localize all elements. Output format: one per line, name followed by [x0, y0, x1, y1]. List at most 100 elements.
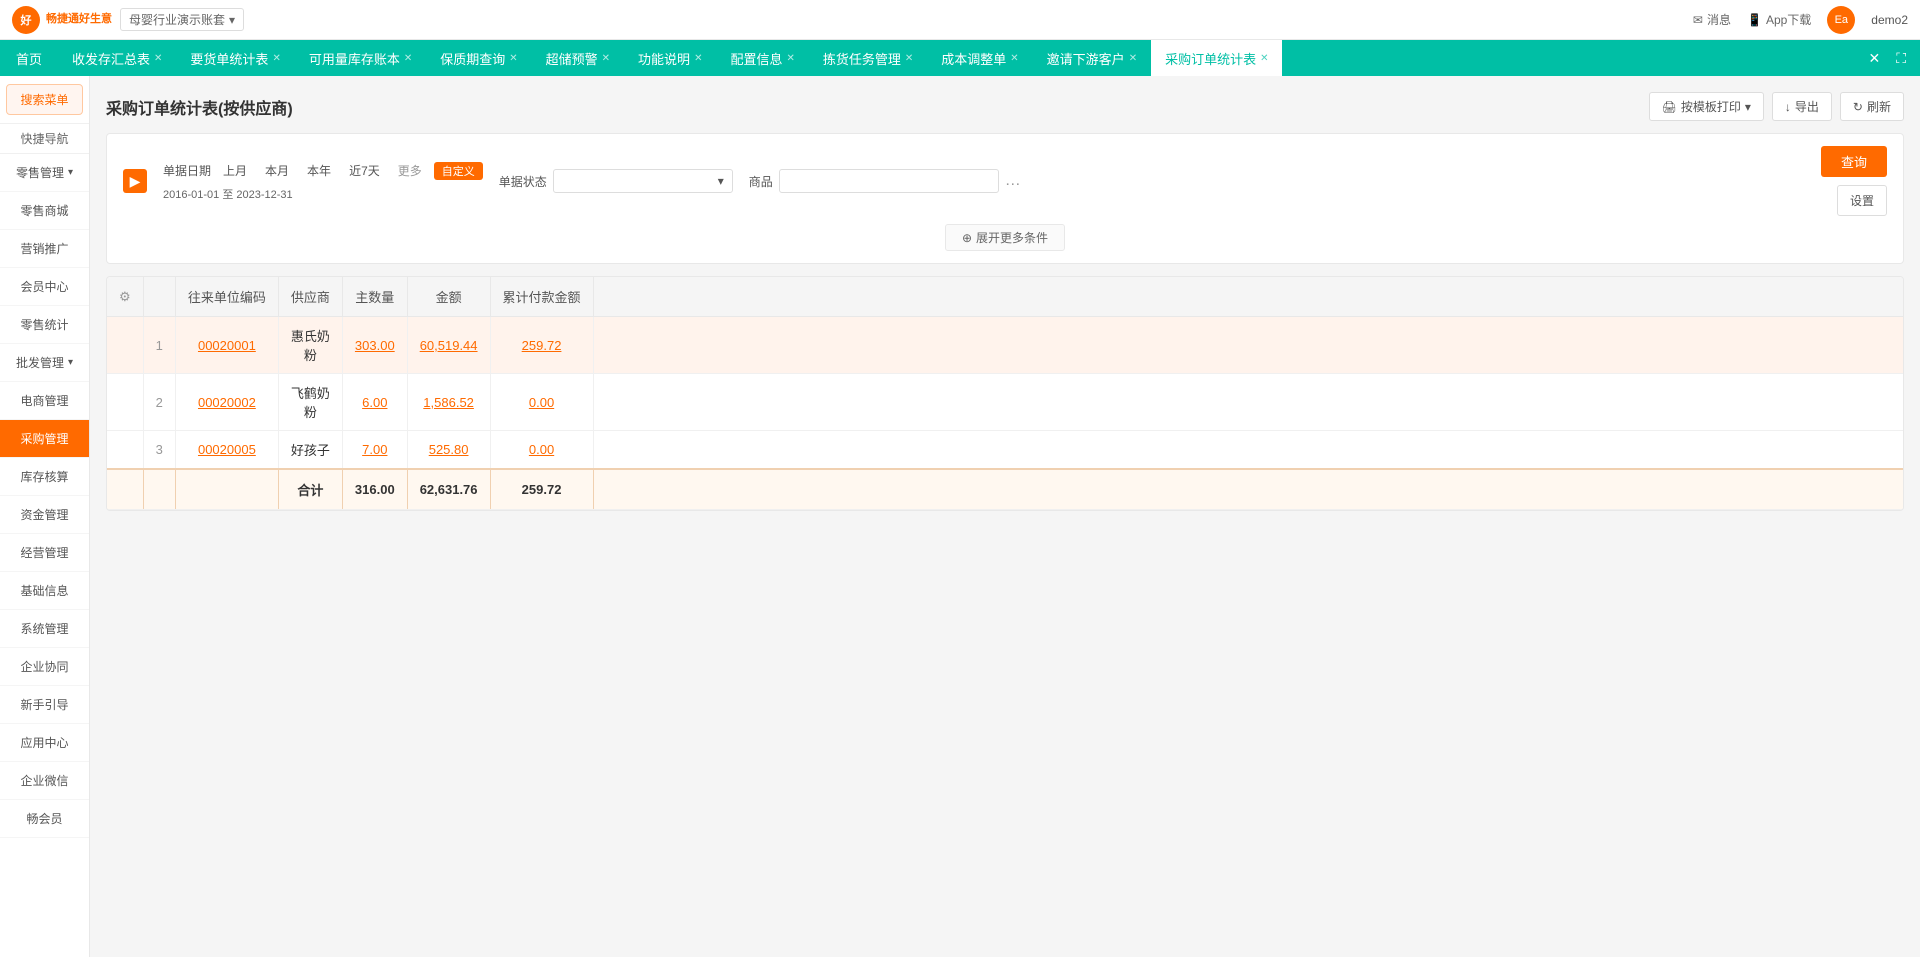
sidebar-item-label: 零售管理 [16, 164, 64, 181]
close-all-icon[interactable]: ✕ [1862, 48, 1886, 69]
message-label: 消息 [1707, 11, 1731, 28]
row-amount-cell[interactable]: 525.80 [407, 431, 490, 470]
gear-icon[interactable]: ⚙ [119, 289, 131, 304]
sidebar-item-ecommerce-mgmt[interactable]: 电商管理 [0, 382, 89, 420]
user-avatar[interactable]: Ea [1827, 6, 1855, 34]
sidebar-item-inventory[interactable]: 库存核算 [0, 458, 89, 496]
tab-cost-adjust[interactable]: 成本调整单 ✕ [927, 40, 1032, 76]
sidebar-item-wholesale-mgmt[interactable]: 批发管理 ▾ [0, 344, 89, 382]
sidebar-item-member-center[interactable]: 会员中心 [0, 268, 89, 306]
close-icon[interactable]: ✕ [154, 53, 162, 64]
row-main-qty-cell[interactable]: 6.00 [342, 374, 407, 431]
chevron-down-icon: ▾ [229, 13, 235, 27]
row-amount-cell[interactable]: 60,519.44 [407, 317, 490, 374]
row-paid-amount-cell[interactable]: 0.00 [490, 431, 593, 470]
filter-toggle-button[interactable]: ▶ [123, 169, 147, 193]
custom-date-badge[interactable]: 自定义 [434, 162, 483, 180]
search-menu-button[interactable]: 搜索菜单 [6, 84, 83, 115]
tab-collect-pay[interactable]: 收发存汇总表 ✕ [58, 40, 176, 76]
sidebar-item-label: 基础信息 [20, 582, 68, 599]
sidebar-item-marketing[interactable]: 营销推广 [0, 230, 89, 268]
tab-home[interactable]: 首页 [0, 40, 58, 76]
sidebar-item-purchase-mgmt[interactable]: 采购管理 [0, 420, 89, 458]
user-name[interactable]: demo2 [1871, 13, 1908, 27]
app-download-action[interactable]: 📱 App下载 [1747, 11, 1811, 28]
sidebar-item-enterprise-collab[interactable]: 企业协同 [0, 648, 89, 686]
print-button[interactable]: 🖨 按模板打印 ▾ [1649, 92, 1764, 121]
goods-filter-label: 商品 [749, 173, 773, 190]
col-supplier-code: 往来单位编码 [175, 277, 278, 317]
close-icon[interactable]: ✕ [786, 53, 794, 64]
row-supplier-name-cell: 飞鹤奶粉 [278, 374, 342, 431]
close-icon[interactable]: ✕ [905, 53, 913, 64]
expand-conditions-button[interactable]: ⊕ 展开更多条件 [945, 224, 1065, 251]
sidebar-item-retail-store[interactable]: 零售商城 [0, 192, 89, 230]
shortcut-more[interactable]: 更多 [392, 160, 428, 181]
row-main-qty-cell[interactable]: 7.00 [342, 431, 407, 470]
row-settings-cell [107, 374, 143, 431]
status-select[interactable]: ▾ [553, 169, 733, 193]
tab-invite-customer[interactable]: 邀请下游客户 ✕ [1033, 40, 1151, 76]
row-amount-cell[interactable]: 1,586.52 [407, 374, 490, 431]
message-icon: ✉ [1693, 13, 1703, 27]
footer-settings-cell [107, 469, 143, 510]
sidebar-item-system-mgmt[interactable]: 系统管理 [0, 610, 89, 648]
close-icon[interactable]: ✕ [694, 53, 702, 64]
refresh-label: 刷新 [1867, 98, 1891, 115]
goods-input[interactable] [779, 169, 999, 193]
sidebar-item-retail-mgmt[interactable]: 零售管理 ▾ [0, 154, 89, 192]
message-action[interactable]: ✉ 消息 [1693, 11, 1731, 28]
footer-rownum-cell [143, 469, 175, 510]
row-paid-amount-cell[interactable]: 0.00 [490, 374, 593, 431]
close-icon[interactable]: ✕ [1260, 53, 1268, 64]
ellipsis-icon[interactable]: … [1005, 172, 1021, 190]
setting-button[interactable]: 设置 [1837, 185, 1887, 216]
tab-order-stats[interactable]: 要货单统计表 ✕ [176, 40, 294, 76]
tab-purchase-stats[interactable]: 采购订单统计表 ✕ [1151, 40, 1282, 76]
close-icon[interactable]: ✕ [272, 53, 280, 64]
sidebar-item-finance[interactable]: 资金管理 [0, 496, 89, 534]
row-supplier-code-cell[interactable]: 00020005 [175, 431, 278, 470]
tab-expiry[interactable]: 保质期查询 ✕ [426, 40, 531, 76]
row-supplier-name-cell: 好孩子 [278, 431, 342, 470]
sidebar-item-basic-info[interactable]: 基础信息 [0, 572, 89, 610]
tab-available-stock[interactable]: 可用量库存账本 ✕ [295, 40, 426, 76]
tab-pick-task[interactable]: 拣货任务管理 ✕ [809, 40, 927, 76]
shortcut-this-month[interactable]: 本月 [259, 160, 295, 181]
shortcut-this-year[interactable]: 本年 [301, 160, 337, 181]
workspace-selector[interactable]: 母婴行业演示账套 ▾ [120, 8, 244, 31]
row-main-qty-cell[interactable]: 303.00 [342, 317, 407, 374]
sidebar-item-enterprise-wechat[interactable]: 企业微信 [0, 762, 89, 800]
tab-overstock[interactable]: 超储预警 ✕ [532, 40, 624, 76]
sidebar-item-retail-stats[interactable]: 零售统计 [0, 306, 89, 344]
quick-nav-button[interactable]: 快捷导航 [0, 124, 89, 154]
shortcut-7days[interactable]: 近7天 [343, 160, 386, 181]
close-icon[interactable]: ✕ [1010, 53, 1018, 64]
sidebar-item-label: 会员中心 [20, 278, 68, 295]
tab-config[interactable]: 配置信息 ✕ [716, 40, 808, 76]
row-supplier-code-cell[interactable]: 00020001 [175, 317, 278, 374]
sidebar-item-app-center[interactable]: 应用中心 [0, 724, 89, 762]
row-paid-amount-cell[interactable]: 259.72 [490, 317, 593, 374]
footer-label-cell: 合计 [278, 469, 342, 510]
export-button[interactable]: ↓ 导出 [1772, 92, 1832, 121]
shortcut-last-month[interactable]: 上月 [217, 160, 253, 181]
tab-overstock-label: 超储预警 [546, 49, 598, 68]
close-icon[interactable]: ✕ [509, 53, 517, 64]
query-button[interactable]: 查询 [1821, 146, 1887, 177]
tab-order-stats-label: 要货单统计表 [190, 49, 268, 68]
sidebar-item-operation-mgmt[interactable]: 经营管理 [0, 534, 89, 572]
col-extra [593, 277, 1903, 317]
close-icon[interactable]: ✕ [1129, 53, 1137, 64]
refresh-button[interactable]: ↻ 刷新 [1840, 92, 1904, 121]
print-label: 按模板打印 [1681, 98, 1741, 115]
tab-function-desc[interactable]: 功能说明 ✕ [624, 40, 716, 76]
close-icon[interactable]: ✕ [602, 53, 610, 64]
sidebar-item-label: 资金管理 [20, 506, 68, 523]
close-icon[interactable]: ✕ [404, 53, 412, 64]
maximize-icon[interactable]: ⛶ [1890, 48, 1912, 69]
row-supplier-code-cell[interactable]: 00020002 [175, 374, 278, 431]
sidebar-item-member[interactable]: 畅会员 [0, 800, 89, 838]
sidebar-item-new-guide[interactable]: 新手引导 [0, 686, 89, 724]
tab-invite-customer-label: 邀请下游客户 [1047, 49, 1125, 68]
